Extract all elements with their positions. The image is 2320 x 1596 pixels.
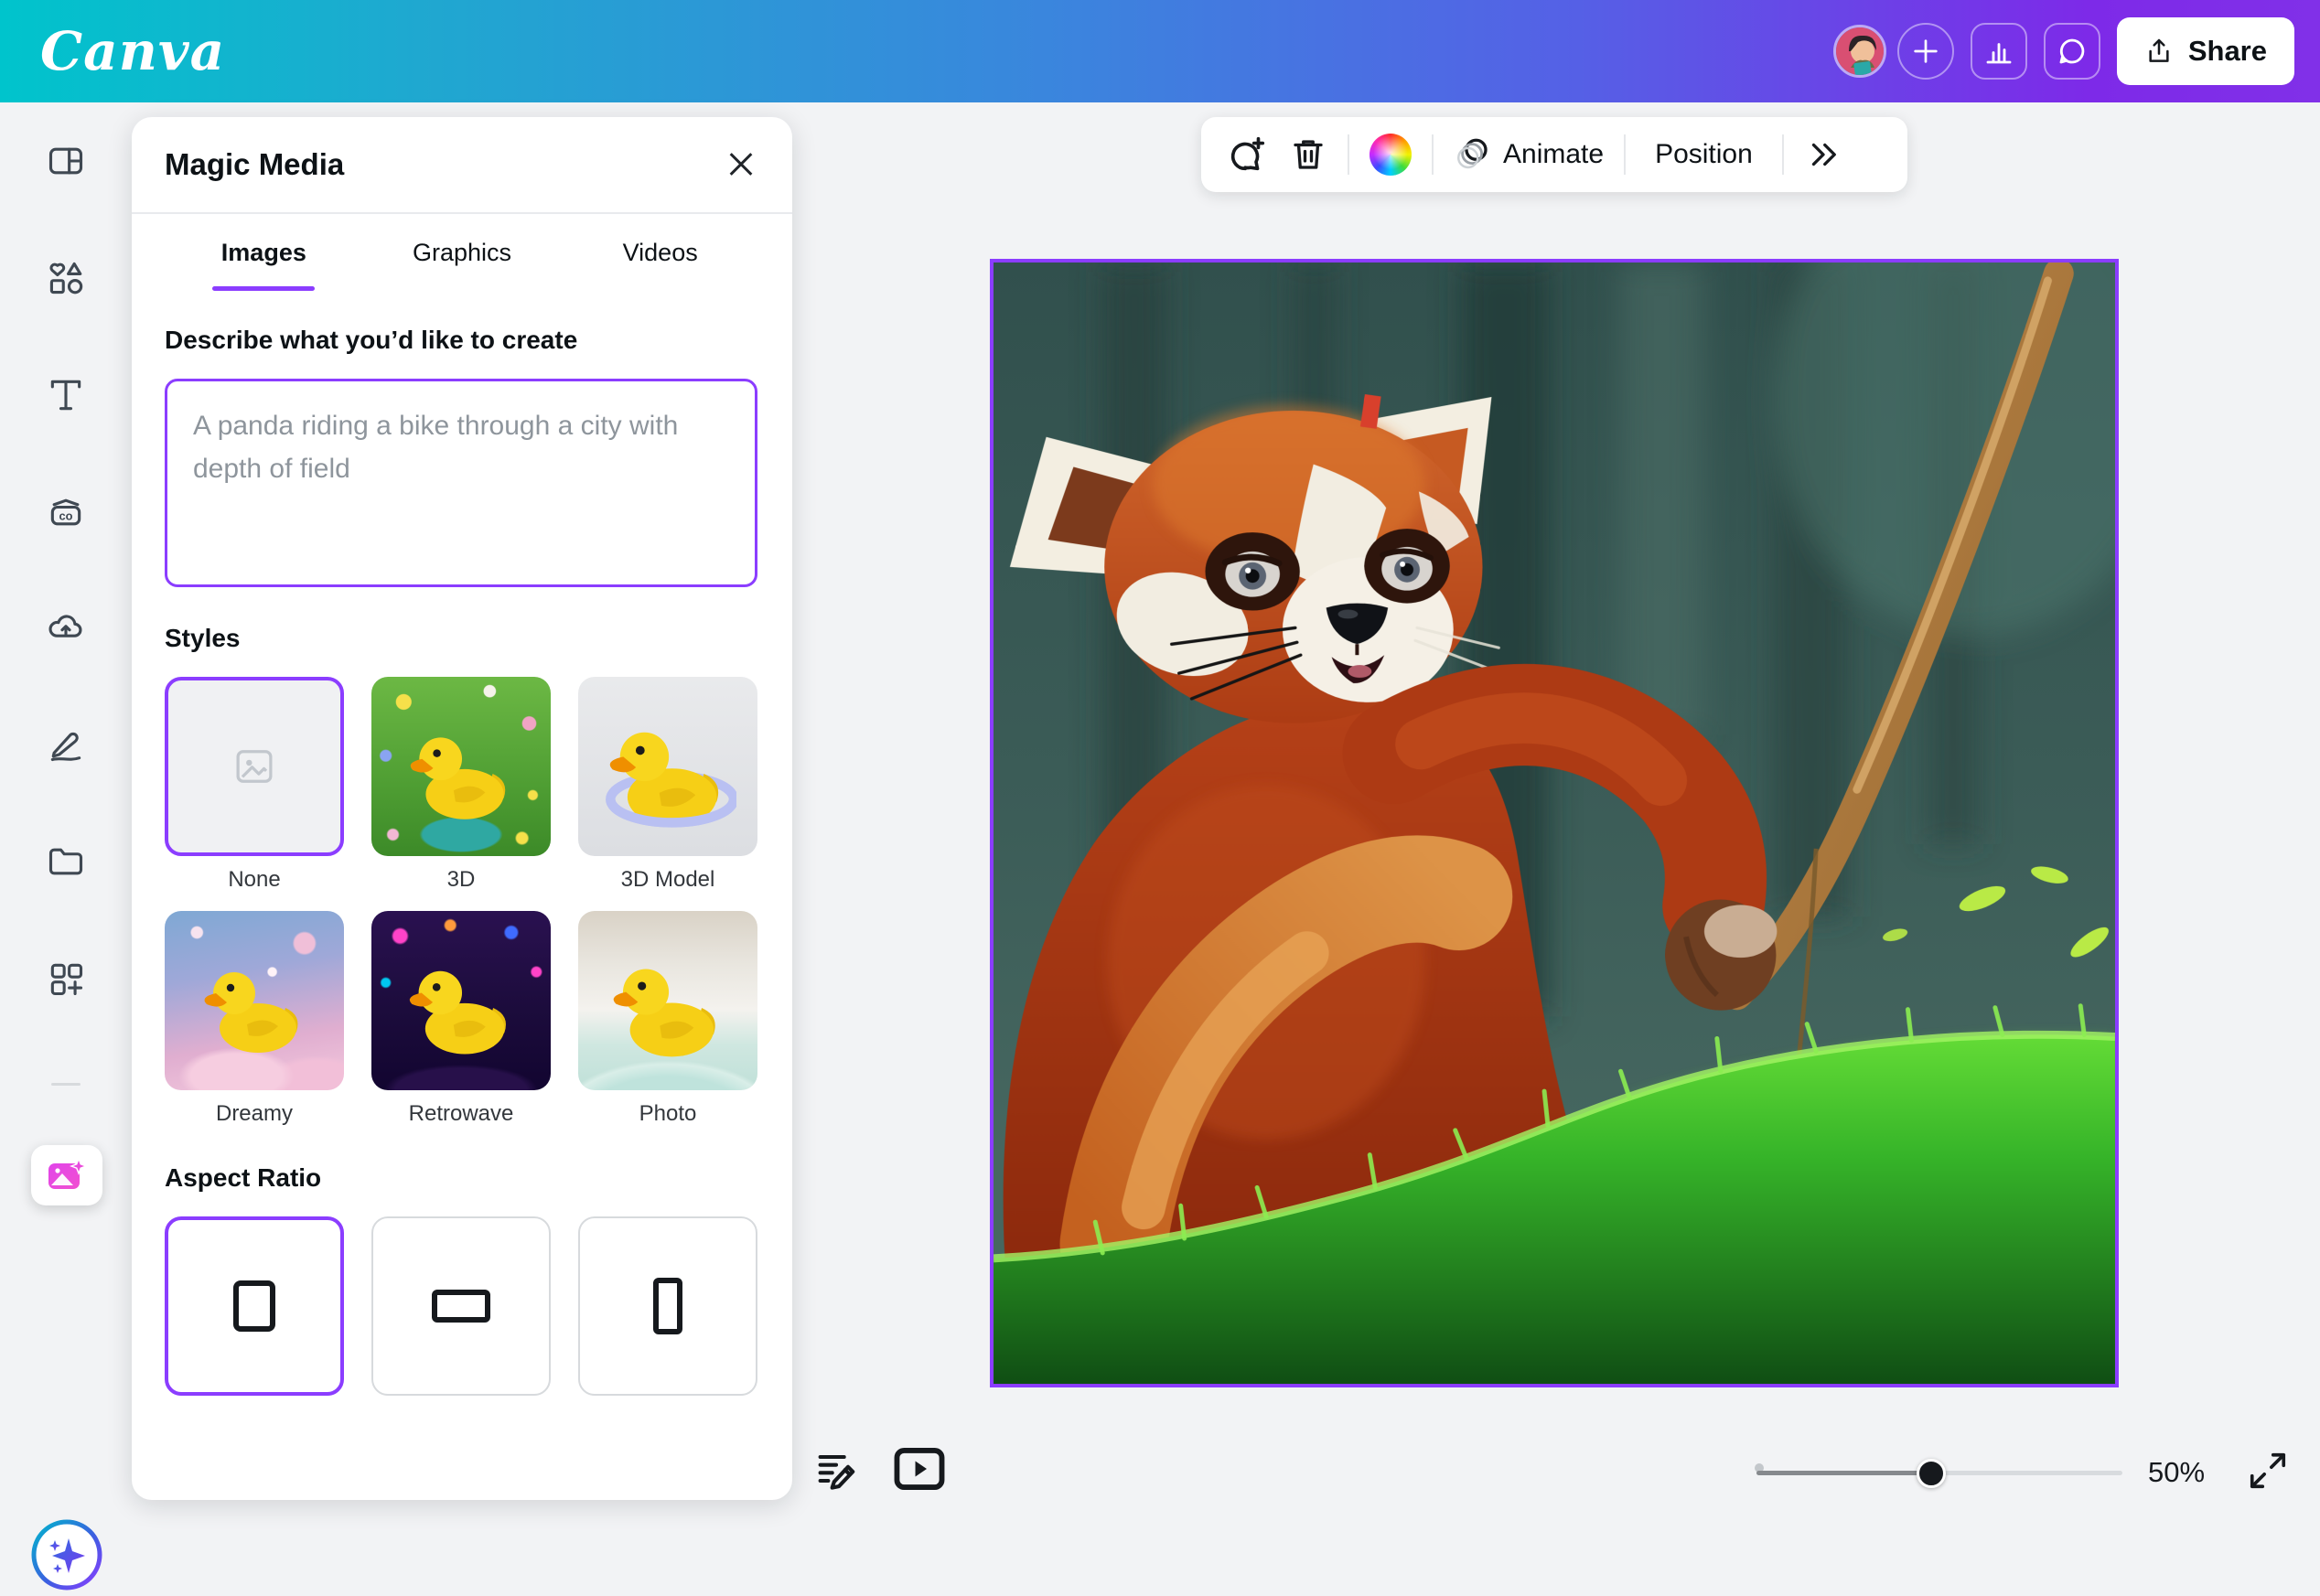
zoom-level-value: 50% (2148, 1456, 2232, 1489)
text-icon (46, 375, 86, 415)
landscape-ratio-icon (432, 1290, 490, 1323)
animate-icon (1454, 135, 1492, 174)
duck-thumbnail (401, 955, 521, 1061)
chat-bubble-icon (2056, 35, 2089, 68)
aspect-option-portrait[interactable] (578, 1216, 757, 1396)
comment-plus-icon (1227, 134, 1269, 176)
zoom-slider-fill (1756, 1471, 1930, 1475)
image-placeholder-icon (168, 680, 340, 852)
magic-media-panel: Magic Media Images Graphics Videos Descr… (132, 117, 792, 1500)
cloud-upload-icon (46, 607, 86, 648)
sidebar-item-elements[interactable] (46, 258, 86, 298)
aspect-option-square[interactable] (165, 1216, 344, 1396)
draw-icon (46, 724, 86, 765)
prompt-input[interactable] (165, 379, 757, 587)
brand-hub-icon: co (46, 492, 86, 532)
add-design-button[interactable] (1897, 23, 1954, 80)
sidebar-item-brand[interactable]: co (46, 492, 86, 532)
sidebar-item-draw[interactable] (46, 724, 86, 765)
sidebar-item-magic-media-active[interactable] (31, 1145, 102, 1205)
zoom-slider-thumb[interactable] (1917, 1459, 1946, 1488)
position-button[interactable]: Position (1646, 139, 1762, 170)
style-option-3d-model[interactable]: 3D Model (578, 677, 757, 894)
insights-button[interactable] (1971, 23, 2027, 80)
aspect-option-landscape[interactable] (371, 1216, 551, 1396)
toolbar-separator (1624, 134, 1626, 175)
style-option-none[interactable]: None (165, 677, 344, 894)
avatar-art (1836, 27, 1886, 78)
style-label: 3D Model (578, 867, 757, 894)
add-comment-button[interactable] (1227, 134, 1269, 176)
sidebar-item-design[interactable] (46, 141, 86, 181)
style-label: None (165, 867, 344, 894)
tab-graphics[interactable]: Graphics (363, 214, 562, 291)
square-ratio-icon (233, 1280, 275, 1332)
selection-toolbar: Animate Position (1201, 117, 1907, 192)
folder-icon (46, 841, 86, 882)
bar-chart-icon (1982, 35, 2015, 68)
style-label: 3D (371, 867, 551, 894)
svg-text:co: co (59, 509, 73, 522)
toolbar-separator (1348, 134, 1349, 175)
red-panda-artwork (994, 262, 2115, 1384)
sidebar-divider (51, 1083, 81, 1086)
sidebar-item-apps[interactable] (46, 959, 86, 999)
duck-thumbnail (604, 952, 732, 1064)
duck-thumbnail (196, 957, 313, 1059)
sidebar-item-projects[interactable] (46, 841, 86, 882)
trash-icon (1289, 135, 1327, 174)
magic-media-icon (46, 1157, 88, 1194)
animate-label: Animate (1503, 139, 1604, 170)
color-picker-button[interactable] (1369, 134, 1412, 176)
style-option-dreamy[interactable]: Dreamy (165, 911, 344, 1129)
toolbar-separator (1782, 134, 1784, 175)
aspect-ratio-heading: Aspect Ratio (165, 1163, 759, 1193)
panel-title: Magic Media (165, 147, 344, 182)
style-label: Dreamy (165, 1101, 344, 1129)
comments-button[interactable] (2044, 23, 2100, 80)
share-label: Share (2188, 35, 2267, 68)
style-option-3d[interactable]: 3D (371, 677, 551, 894)
design-icon (46, 141, 86, 181)
duck-with-rings-thumbnail (599, 714, 736, 833)
sidebar: co (0, 102, 132, 1515)
prompt-label: Describe what you’d like to create (165, 326, 759, 355)
sparkle-assistant-icon (30, 1518, 103, 1591)
notes-button[interactable] (812, 1445, 860, 1493)
canva-logo[interactable]: Canva (40, 20, 225, 82)
upload-icon (2144, 37, 2174, 66)
notes-icon (812, 1445, 860, 1493)
user-avatar[interactable] (1833, 25, 1886, 78)
present-button[interactable] (893, 1445, 946, 1493)
tab-videos[interactable]: Videos (561, 214, 759, 291)
toolbar-separator (1432, 134, 1434, 175)
canvas-image-red-panda[interactable] (990, 259, 2119, 1387)
apps-icon (46, 959, 86, 999)
elements-icon (46, 258, 86, 298)
animate-button[interactable]: Animate (1454, 135, 1604, 174)
style-label: Photo (578, 1101, 757, 1129)
zoom-slider[interactable] (1756, 1445, 2122, 1500)
delete-button[interactable] (1289, 135, 1327, 174)
share-button[interactable]: Share (2117, 17, 2294, 85)
fullscreen-button[interactable] (2247, 1450, 2289, 1496)
expand-icon (2247, 1450, 2289, 1492)
sidebar-item-uploads[interactable] (46, 607, 86, 648)
styles-heading: Styles (165, 624, 759, 653)
style-option-retrowave[interactable]: Retrowave (371, 911, 551, 1129)
panel-tabs: Images Graphics Videos (132, 214, 792, 291)
double-chevron-right-icon (1804, 135, 1842, 174)
more-options-button[interactable] (1804, 135, 1842, 174)
assistant-button[interactable] (30, 1518, 103, 1591)
tab-images[interactable]: Images (165, 214, 363, 291)
plus-icon (1910, 36, 1941, 67)
close-icon[interactable] (723, 146, 759, 183)
duck-thumbnail (402, 722, 521, 826)
play-icon (893, 1445, 946, 1493)
style-option-photo[interactable]: Photo (578, 911, 757, 1129)
portrait-ratio-icon (653, 1278, 682, 1334)
app-header: Canva (0, 0, 2320, 102)
style-label: Retrowave (371, 1101, 551, 1129)
sidebar-item-text[interactable] (46, 375, 86, 415)
